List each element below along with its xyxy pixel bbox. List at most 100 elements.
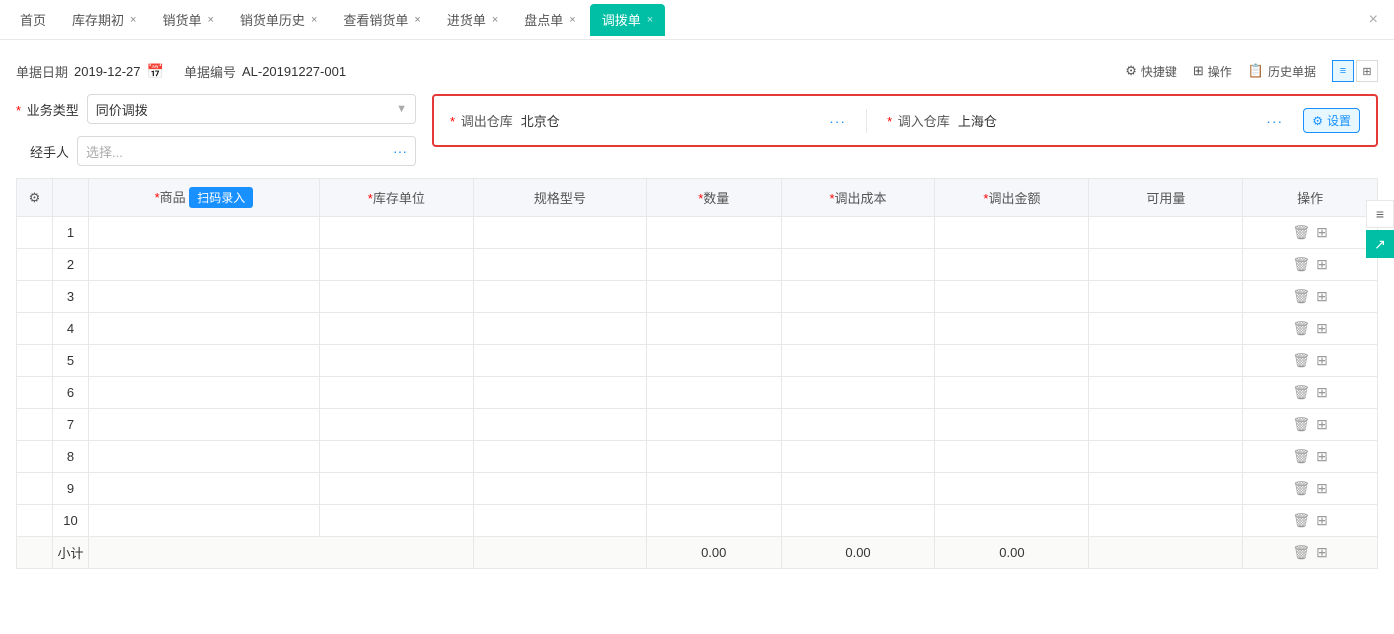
row-product[interactable]	[89, 409, 320, 441]
agent-input[interactable]: 选择... ···	[77, 136, 416, 166]
row-spec[interactable]	[473, 345, 646, 377]
row-cost[interactable]	[781, 409, 935, 441]
row-spec[interactable]	[473, 313, 646, 345]
row-amount[interactable]	[935, 505, 1089, 537]
row-unit[interactable]	[319, 377, 473, 409]
copy-row-icon[interactable]: ⊞	[1316, 224, 1328, 241]
row-product[interactable]	[89, 345, 320, 377]
row-cost[interactable]	[781, 281, 935, 313]
copy-row-icon[interactable]: ⊞	[1316, 288, 1328, 305]
calendar-icon[interactable]: 📅	[147, 63, 164, 80]
row-amount[interactable]	[935, 345, 1089, 377]
row-qty[interactable]	[646, 249, 781, 281]
row-unit[interactable]	[319, 313, 473, 345]
row-cost[interactable]	[781, 217, 935, 249]
warehouse-in-more[interactable]: ···	[1266, 113, 1283, 129]
row-amount[interactable]	[935, 249, 1089, 281]
close-tab-purchase-order[interactable]: ×	[492, 14, 498, 26]
row-amount[interactable]	[935, 441, 1089, 473]
subtotal-copy-icon[interactable]: ⊞	[1316, 544, 1328, 561]
row-unit[interactable]	[319, 473, 473, 505]
float-export-btn[interactable]: ↗	[1366, 230, 1394, 258]
row-amount[interactable]	[935, 377, 1089, 409]
th-gear[interactable]: ⚙	[17, 179, 53, 217]
close-tab-sales-history[interactable]: ×	[311, 14, 317, 26]
row-cost[interactable]	[781, 441, 935, 473]
tab-sales-order[interactable]: 销货单 ×	[150, 4, 225, 36]
row-spec[interactable]	[473, 473, 646, 505]
scan-entry-btn[interactable]: 扫码录入	[189, 187, 253, 208]
row-product[interactable]	[89, 377, 320, 409]
row-amount[interactable]	[935, 281, 1089, 313]
copy-row-icon[interactable]: ⊞	[1316, 352, 1328, 369]
delete-row-icon[interactable]: 🗑	[1292, 448, 1310, 465]
row-unit[interactable]	[319, 441, 473, 473]
warehouse-out-more[interactable]: ···	[829, 113, 846, 129]
row-qty[interactable]	[646, 217, 781, 249]
close-window-icon[interactable]: ×	[1361, 7, 1386, 33]
row-product[interactable]	[89, 441, 320, 473]
row-unit[interactable]	[319, 505, 473, 537]
row-cost[interactable]	[781, 473, 935, 505]
delete-row-icon[interactable]: 🗑	[1292, 256, 1310, 273]
row-available[interactable]	[1089, 281, 1243, 313]
row-available[interactable]	[1089, 249, 1243, 281]
row-available[interactable]	[1089, 217, 1243, 249]
tab-transfer[interactable]: 调拨单 ×	[590, 4, 665, 36]
row-unit[interactable]	[319, 281, 473, 313]
row-spec[interactable]	[473, 249, 646, 281]
copy-row-icon[interactable]: ⊞	[1316, 320, 1328, 337]
row-available[interactable]	[1089, 505, 1243, 537]
delete-row-icon[interactable]: 🗑	[1292, 384, 1310, 401]
copy-row-icon[interactable]: ⊞	[1316, 416, 1328, 433]
float-list-btn[interactable]: ≡	[1366, 200, 1394, 228]
row-unit[interactable]	[319, 249, 473, 281]
row-unit[interactable]	[319, 409, 473, 441]
row-available[interactable]	[1089, 377, 1243, 409]
delete-row-icon[interactable]: 🗑	[1292, 480, 1310, 497]
business-type-input[interactable]: 同价调拨 ▼	[87, 94, 416, 124]
row-available[interactable]	[1089, 473, 1243, 505]
row-unit[interactable]	[319, 217, 473, 249]
row-cost[interactable]	[781, 505, 935, 537]
close-tab-stocktake[interactable]: ×	[569, 14, 575, 26]
close-tab-transfer[interactable]: ×	[647, 14, 653, 26]
row-unit[interactable]	[319, 345, 473, 377]
row-qty[interactable]	[646, 505, 781, 537]
row-spec[interactable]	[473, 409, 646, 441]
row-qty[interactable]	[646, 281, 781, 313]
row-qty[interactable]	[646, 345, 781, 377]
copy-row-icon[interactable]: ⊞	[1316, 480, 1328, 497]
agent-more-icon[interactable]: ···	[393, 143, 407, 159]
row-product[interactable]	[89, 249, 320, 281]
row-cost[interactable]	[781, 249, 935, 281]
shortcut-btn[interactable]: ⚙ 快捷键	[1125, 63, 1177, 80]
delete-row-icon[interactable]: 🗑	[1292, 320, 1310, 337]
row-spec[interactable]	[473, 505, 646, 537]
tab-sales-history[interactable]: 销货单历史 ×	[228, 4, 329, 36]
delete-row-icon[interactable]: 🗑	[1292, 352, 1310, 369]
row-amount[interactable]	[935, 409, 1089, 441]
row-cost[interactable]	[781, 345, 935, 377]
row-product[interactable]	[89, 281, 320, 313]
row-cost[interactable]	[781, 313, 935, 345]
subtotal-delete-icon[interactable]: 🗑	[1292, 544, 1310, 561]
view-list-btn[interactable]: ≡	[1332, 60, 1354, 82]
view-grid-btn[interactable]: ⊞	[1356, 60, 1378, 82]
delete-row-icon[interactable]: 🗑	[1292, 416, 1310, 433]
row-spec[interactable]	[473, 377, 646, 409]
operation-btn[interactable]: ⊞ 操作	[1193, 63, 1232, 80]
row-amount[interactable]	[935, 313, 1089, 345]
settings-btn[interactable]: ⚙ 设置	[1303, 108, 1360, 133]
row-available[interactable]	[1089, 313, 1243, 345]
tab-stocktake[interactable]: 盘点单 ×	[512, 4, 587, 36]
row-qty[interactable]	[646, 473, 781, 505]
copy-row-icon[interactable]: ⊞	[1316, 448, 1328, 465]
row-available[interactable]	[1089, 441, 1243, 473]
tab-view-sales[interactable]: 查看销货单 ×	[331, 4, 432, 36]
row-qty[interactable]	[646, 409, 781, 441]
copy-row-icon[interactable]: ⊞	[1316, 384, 1328, 401]
row-amount[interactable]	[935, 473, 1089, 505]
tab-home[interactable]: 首页	[8, 4, 58, 36]
delete-row-icon[interactable]: 🗑	[1292, 512, 1310, 529]
